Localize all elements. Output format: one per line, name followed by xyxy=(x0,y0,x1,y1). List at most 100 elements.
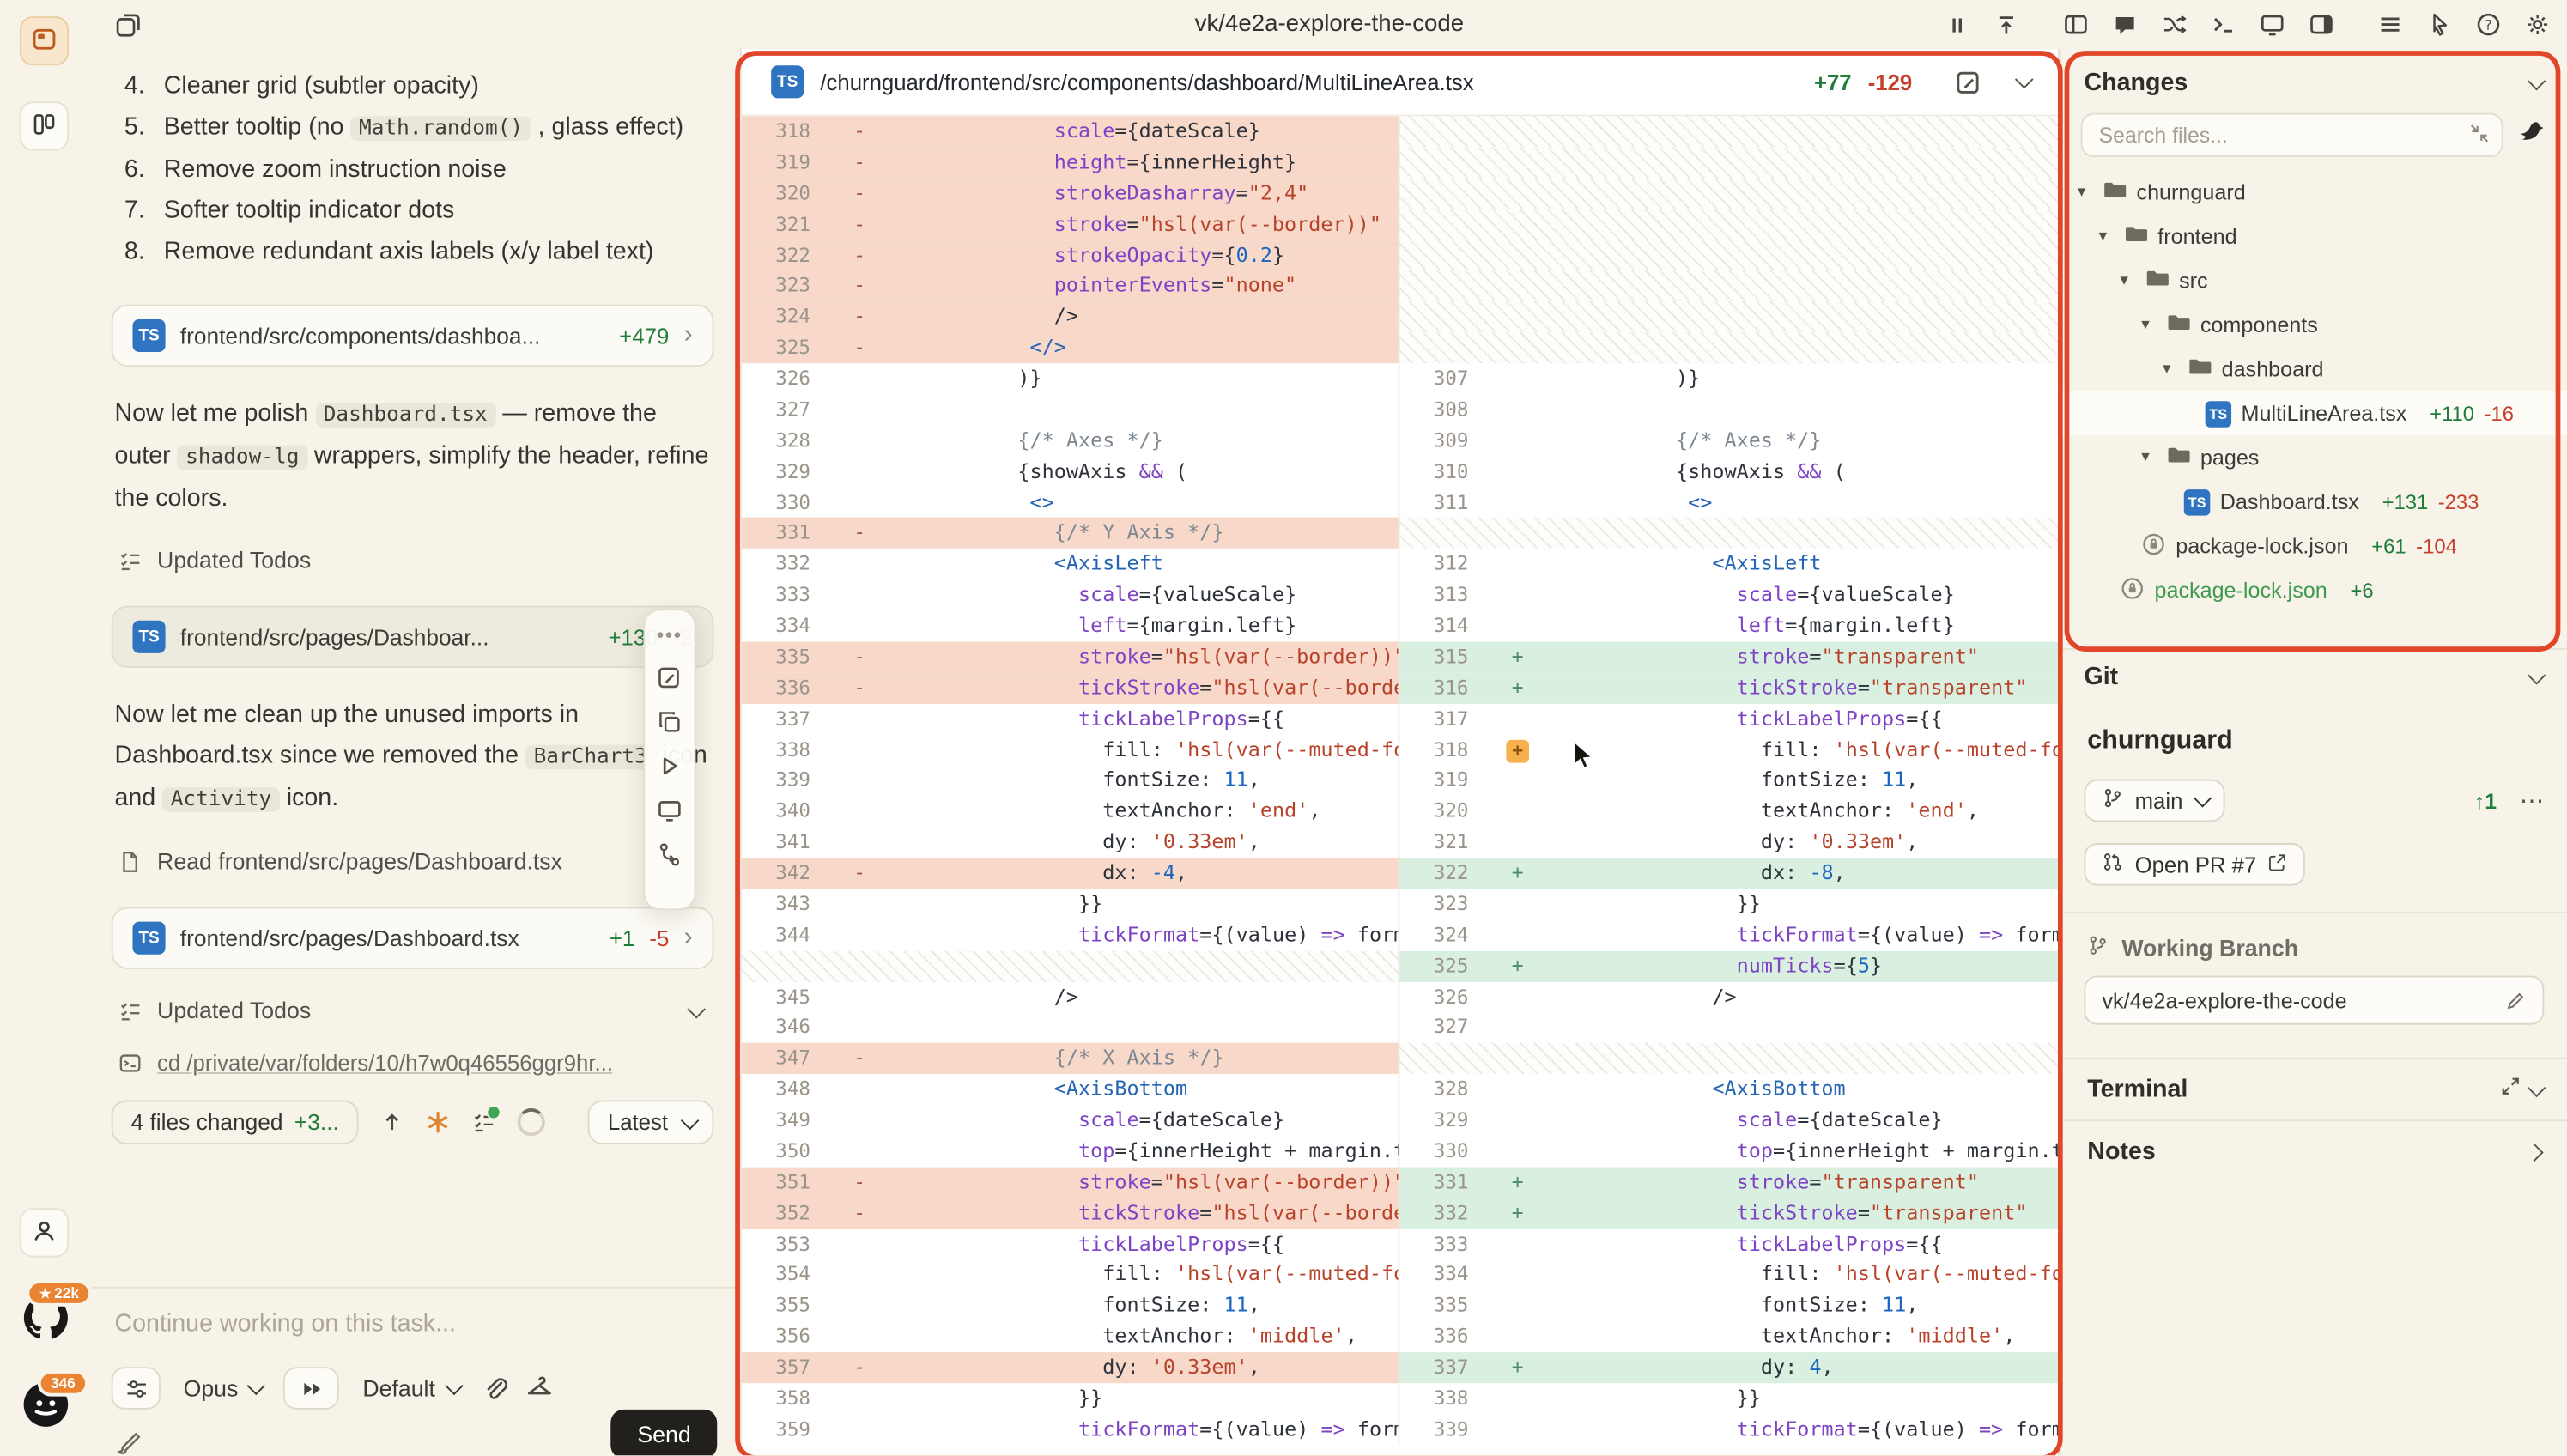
tree-file-package-lock.json[interactable]: package-lock.json+6 xyxy=(2061,568,2567,612)
tree-file-package-lock.json[interactable]: package-lock.json+61-104 xyxy=(2061,524,2567,567)
working-branch-field[interactable]: vk/4e2a-explore-the-code xyxy=(2084,976,2544,1025)
chevron-down-icon[interactable]: ▾ xyxy=(2141,316,2157,334)
more-dots-icon[interactable]: ••• xyxy=(653,621,685,650)
ahead-count: ↑1 xyxy=(2474,788,2497,813)
chevron-down-icon[interactable] xyxy=(2528,1079,2546,1098)
hanger-icon[interactable] xyxy=(525,1374,553,1402)
tree-folder-frontend[interactable]: ▾frontend xyxy=(2061,215,2567,258)
tree-folder-components[interactable]: ▾components xyxy=(2061,303,2567,347)
add-comment-button[interactable]: + xyxy=(1506,739,1529,762)
code-line xyxy=(1567,209,2058,240)
open-pr-button[interactable]: Open PR #7 xyxy=(2084,843,2305,886)
notes-title: Notes xyxy=(2087,1138,2155,1165)
file-chip-dashboard-page[interactable]: TS frontend/src/pages/Dashboar... +130 -… xyxy=(112,606,714,668)
todos-status-icon[interactable] xyxy=(471,1110,496,1135)
terminal-section-header[interactable]: Terminal xyxy=(2061,1059,2567,1120)
pointer-icon[interactable] xyxy=(2424,10,2452,38)
diff-row: 331- {/* Y Axis */} xyxy=(742,518,2058,549)
arrow-up-icon[interactable] xyxy=(379,1110,404,1135)
collapse-icon[interactable] xyxy=(2469,123,2491,152)
terminal-command-row[interactable]: cd /private/var/folders/10/h7w0q46556ggr… xyxy=(112,1051,714,1076)
diff-cell-old: 339 fontSize: 11, xyxy=(742,765,1400,796)
panel-right-icon[interactable] xyxy=(2307,10,2334,38)
tree-file-Dashboard.tsx[interactable]: TSDashboard.tsx+131-233 xyxy=(2061,480,2567,524)
expand-icon[interactable] xyxy=(2499,1076,2521,1103)
play-icon[interactable] xyxy=(653,749,686,782)
tool-label: Updated Todos xyxy=(157,997,311,1023)
chevron-down-icon[interactable]: ▾ xyxy=(2078,184,2094,202)
sliders-icon[interactable] xyxy=(112,1367,161,1410)
diff-body[interactable]: 318- scale={dateScale}319- height={inner… xyxy=(742,116,2058,1445)
file-chip-dashboard-page-2[interactable]: TS frontend/src/pages/Dashboard.tsx +1 -… xyxy=(112,907,714,968)
chevron-down-icon[interactable] xyxy=(2015,76,2028,88)
chevron-down-icon[interactable] xyxy=(2528,76,2540,89)
pr-row: Open PR #7 xyxy=(2084,843,2544,886)
latest-dropdown[interactable]: Latest xyxy=(588,1100,713,1144)
annotate-icon[interactable] xyxy=(653,661,686,694)
code-line: fontSize: 11, xyxy=(908,1290,1398,1321)
pencil-icon[interactable] xyxy=(2505,990,2527,1011)
account-button[interactable] xyxy=(20,1208,69,1257)
menu-icon[interactable] xyxy=(2376,10,2403,38)
pause-icon[interactable] xyxy=(1943,10,1970,38)
chevron-down-icon[interactable] xyxy=(2528,670,2540,683)
monitor-icon[interactable] xyxy=(2258,10,2285,38)
more-dots-icon[interactable]: ⋯ xyxy=(2520,786,2545,815)
working-branch-label-row: Working Branch xyxy=(2087,935,2567,962)
chevron-down-icon[interactable]: ▾ xyxy=(2163,361,2179,379)
folder-icon xyxy=(2168,444,2191,471)
model-dropdown[interactable]: Opus xyxy=(177,1372,268,1404)
collection-icon[interactable] xyxy=(114,10,142,38)
search-input[interactable] xyxy=(2081,113,2503,157)
help-icon[interactable]: ? xyxy=(2473,10,2501,38)
files-changed-button[interactable]: 4 files changed +3... xyxy=(112,1100,359,1144)
compare-icon[interactable] xyxy=(653,838,686,871)
monitor-icon[interactable] xyxy=(653,794,686,827)
git-header[interactable]: Git xyxy=(2061,650,2567,701)
updated-todos-row[interactable]: Updated Todos xyxy=(112,547,714,573)
workspace-tab-button[interactable] xyxy=(20,16,69,65)
fast-forward-icon[interactable] xyxy=(284,1367,340,1410)
chevron-down-icon[interactable]: ▾ xyxy=(2141,448,2157,466)
branch-dropdown[interactable]: main xyxy=(2084,780,2224,822)
divider xyxy=(2061,912,2567,913)
notes-section-header[interactable]: Notes xyxy=(2061,1121,2567,1182)
board-view-button[interactable] xyxy=(20,101,69,150)
line-number: 331 xyxy=(742,518,810,549)
tree-folder-src[interactable]: ▾src xyxy=(2061,258,2567,302)
sparkle-icon[interactable] xyxy=(426,1110,451,1135)
chat-bubble-icon[interactable] xyxy=(2110,10,2138,38)
tree-folder-churnguard[interactable]: ▾churnguard xyxy=(2061,170,2567,214)
read-file-row[interactable]: Read frontend/src/pages/Dashboard.tsx xyxy=(112,848,714,875)
tree-folder-pages[interactable]: ▾pages xyxy=(2061,435,2567,479)
chevron-down-icon[interactable] xyxy=(688,997,701,1023)
tree-folder-dashboard[interactable]: ▾dashboard xyxy=(2061,347,2567,391)
folder-icon xyxy=(2189,355,2212,383)
send-button[interactable]: Send xyxy=(611,1410,717,1455)
file-chip-multilinearea[interactable]: TS frontend/src/components/dashboa... +4… xyxy=(112,305,714,367)
shuffle-icon[interactable] xyxy=(2159,10,2187,38)
code-line xyxy=(1567,178,2058,209)
copy-icon[interactable] xyxy=(653,706,686,738)
chevron-down-icon[interactable]: ▾ xyxy=(2099,228,2115,246)
terminal-prompt-icon[interactable] xyxy=(2208,10,2236,38)
paperclip-icon[interactable] xyxy=(481,1374,508,1402)
scroll-top-icon[interactable] xyxy=(1993,10,2020,38)
github-link[interactable]: ★22k xyxy=(21,1293,70,1342)
discord-link[interactable]: 346 xyxy=(21,1380,70,1429)
bird-icon[interactable] xyxy=(2516,115,2547,155)
diff-row: 330 <>311 <> xyxy=(742,487,2058,518)
chevron-down-icon[interactable]: ▾ xyxy=(2120,272,2136,290)
annotate-icon[interactable] xyxy=(1955,68,1982,95)
line-number: 320 xyxy=(742,178,810,209)
chat-input[interactable] xyxy=(92,1289,740,1338)
mode-dropdown[interactable]: Default xyxy=(356,1372,465,1404)
changes-header[interactable]: Changes xyxy=(2061,49,2567,106)
chevron-right-icon[interactable] xyxy=(2525,1143,2544,1162)
updated-todos-row-2[interactable]: Updated Todos xyxy=(112,997,714,1023)
gear-icon[interactable] xyxy=(2523,10,2551,38)
tree-file-MultiLineArea.tsx[interactable]: TSMultiLineArea.tsx+110-16 xyxy=(2061,391,2567,435)
brush-icon[interactable] xyxy=(114,1429,141,1456)
line-number: 337 xyxy=(742,703,810,734)
panel-left-icon[interactable] xyxy=(2061,10,2089,38)
